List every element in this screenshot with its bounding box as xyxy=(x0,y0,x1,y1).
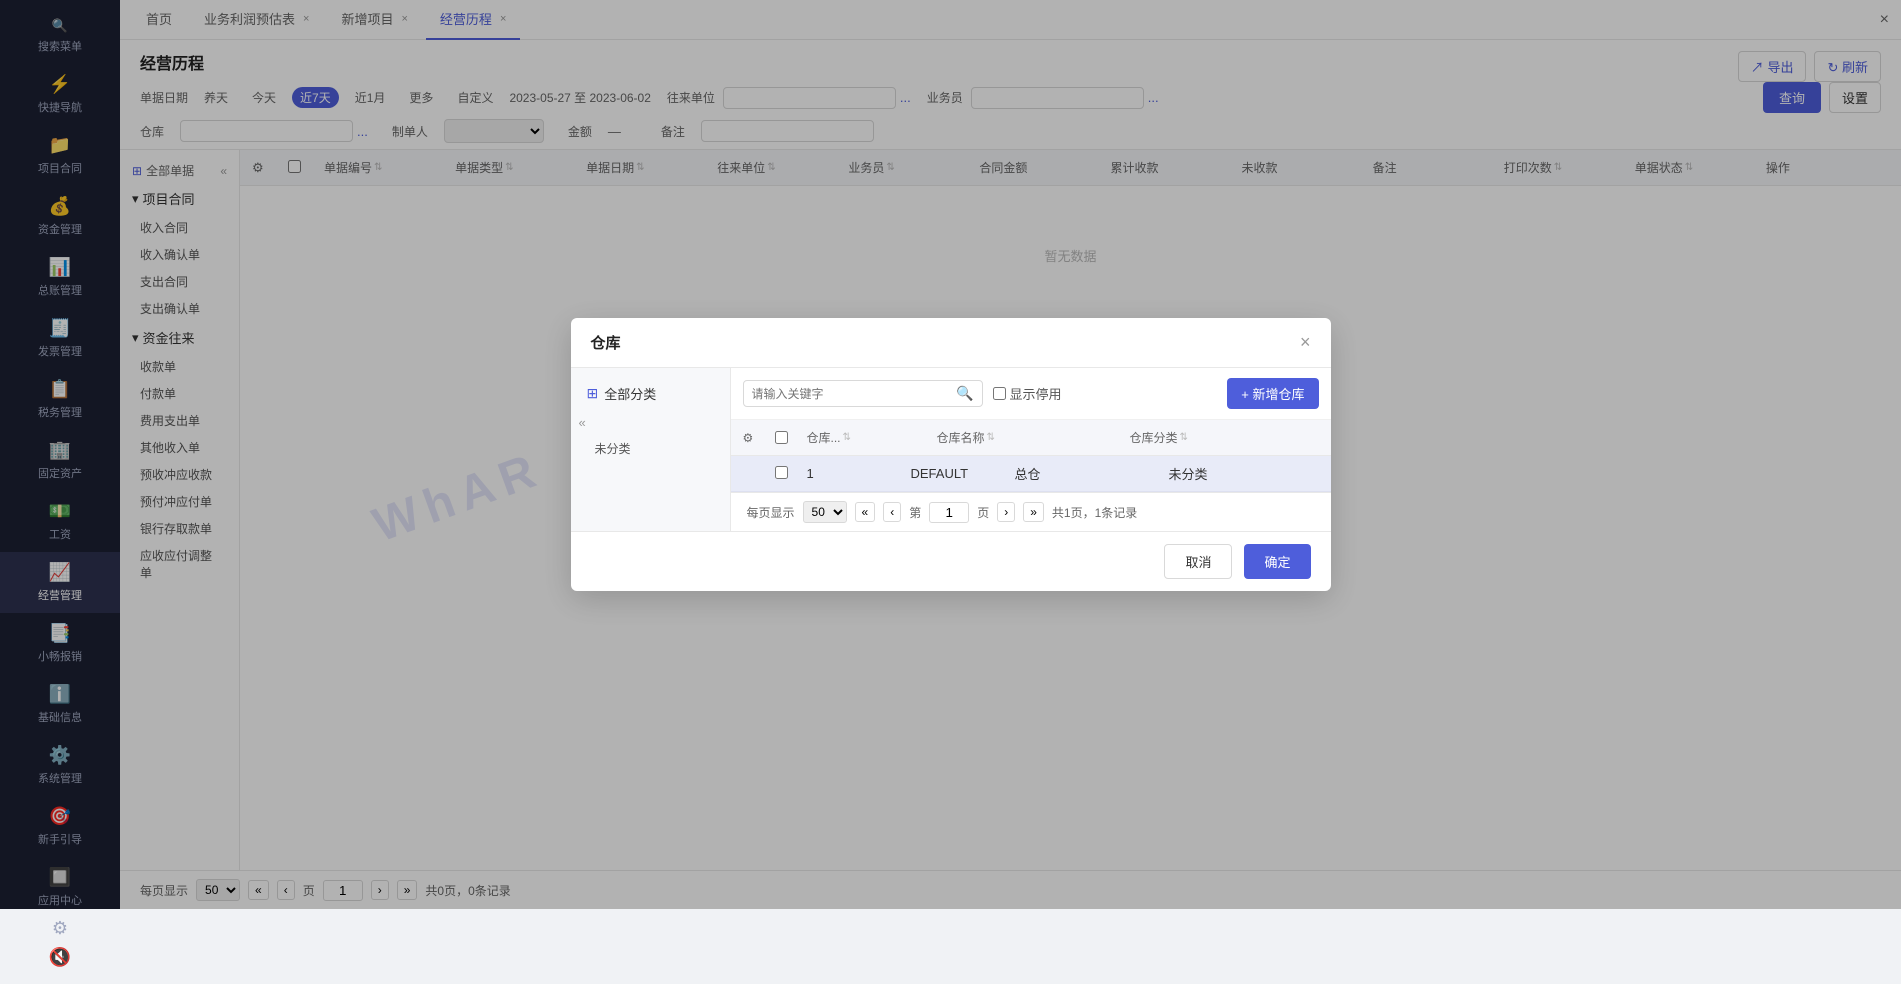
modal-prev-btn[interactable]: ‹ xyxy=(883,502,901,522)
modal-sidebar-unclassified[interactable]: 未分类 xyxy=(571,434,730,463)
volume-icon[interactable]: 🔇 xyxy=(49,947,71,968)
modal-total-label: 共1页，1条记录 xyxy=(1052,504,1137,521)
sidebar-bottom: ⚙ 🔇 xyxy=(49,918,71,984)
modal-body: ⊞ 全部分类 « 未分类 🔍 显示停用 xyxy=(571,368,1331,531)
modal-footer: 取消 确定 xyxy=(571,531,1331,591)
sort-icon-cat[interactable]: ⇅ xyxy=(1180,432,1188,443)
row-checkbox[interactable] xyxy=(775,466,788,479)
modal-col-name: 仓库名称 ⇅ xyxy=(937,429,1126,446)
grid-icon-modal: ⊞ xyxy=(587,385,599,402)
modal-page-input[interactable] xyxy=(929,502,969,523)
modal-overlay: 仓库 × ⊞ 全部分类 « 未分类 🔍 xyxy=(0,0,1901,909)
modal-per-page-label: 每页显示 xyxy=(747,504,795,521)
row-warehouse-category: 未分类 xyxy=(1169,464,1319,483)
modal-last-btn[interactable]: » xyxy=(1023,502,1044,522)
modal-sidebar-all-category[interactable]: ⊞ 全部分类 xyxy=(571,376,730,411)
row-warehouse-code: DEFAULT xyxy=(911,466,1011,481)
modal-table: ⚙ 仓库... ⇅ 仓库名称 ⇅ 仓库分类 xyxy=(731,420,1331,492)
modal-sidebar-collapse[interactable]: « xyxy=(571,411,730,434)
modal-content-panel: 🔍 显示停用 + 新增仓库 ⚙ xyxy=(731,368,1331,531)
settings-bottom-icon[interactable]: ⚙ xyxy=(52,918,68,939)
modal-col-gear[interactable]: ⚙ xyxy=(743,431,771,445)
modal-next-btn[interactable]: › xyxy=(997,502,1015,522)
cancel-button[interactable]: 取消 xyxy=(1164,544,1232,579)
modal-col-check xyxy=(775,431,803,444)
row-check xyxy=(775,466,803,482)
show-disabled-label: 显示停用 xyxy=(993,384,1062,403)
row-code: 1 xyxy=(807,466,907,481)
confirm-button[interactable]: 确定 xyxy=(1244,544,1310,579)
modal-col-category: 仓库分类 ⇅ xyxy=(1130,429,1319,446)
modal-title: 仓库 xyxy=(591,332,621,353)
modal-search-input[interactable] xyxy=(752,387,957,401)
modal-pagination: 每页显示 50 « ‹ 第 页 › » 共1页，1条记录 xyxy=(731,492,1331,531)
modal-col-code: 仓库... ⇅ xyxy=(807,429,933,446)
warehouse-modal: 仓库 × ⊞ 全部分类 « 未分类 🔍 xyxy=(571,318,1331,591)
sort-icon-code[interactable]: ⇅ xyxy=(843,432,851,443)
modal-toolbar: 🔍 显示停用 + 新增仓库 xyxy=(731,368,1331,420)
sort-icon-name[interactable]: ⇅ xyxy=(987,432,995,443)
modal-sidebar: ⊞ 全部分类 « 未分类 xyxy=(571,368,731,531)
modal-close-button[interactable]: × xyxy=(1300,332,1311,353)
add-warehouse-button[interactable]: + 新增仓库 xyxy=(1227,378,1318,409)
modal-search-box: 🔍 xyxy=(743,380,983,407)
modal-per-page-select[interactable]: 50 xyxy=(803,501,847,523)
show-disabled-checkbox[interactable] xyxy=(993,387,1006,400)
modal-header: 仓库 × xyxy=(571,318,1331,368)
modal-first-btn[interactable]: « xyxy=(855,502,876,522)
modal-select-all[interactable] xyxy=(775,431,788,444)
modal-page-label-pre: 第 xyxy=(909,504,921,521)
modal-table-header: ⚙ 仓库... ⇅ 仓库名称 ⇅ 仓库分类 xyxy=(731,420,1331,456)
modal-search-icon[interactable]: 🔍 xyxy=(956,385,973,402)
modal-page-label: 页 xyxy=(977,504,989,521)
row-warehouse-name: 总仓 xyxy=(1015,464,1165,483)
table-row[interactable]: 1 DEFAULT 总仓 未分类 xyxy=(731,456,1331,492)
